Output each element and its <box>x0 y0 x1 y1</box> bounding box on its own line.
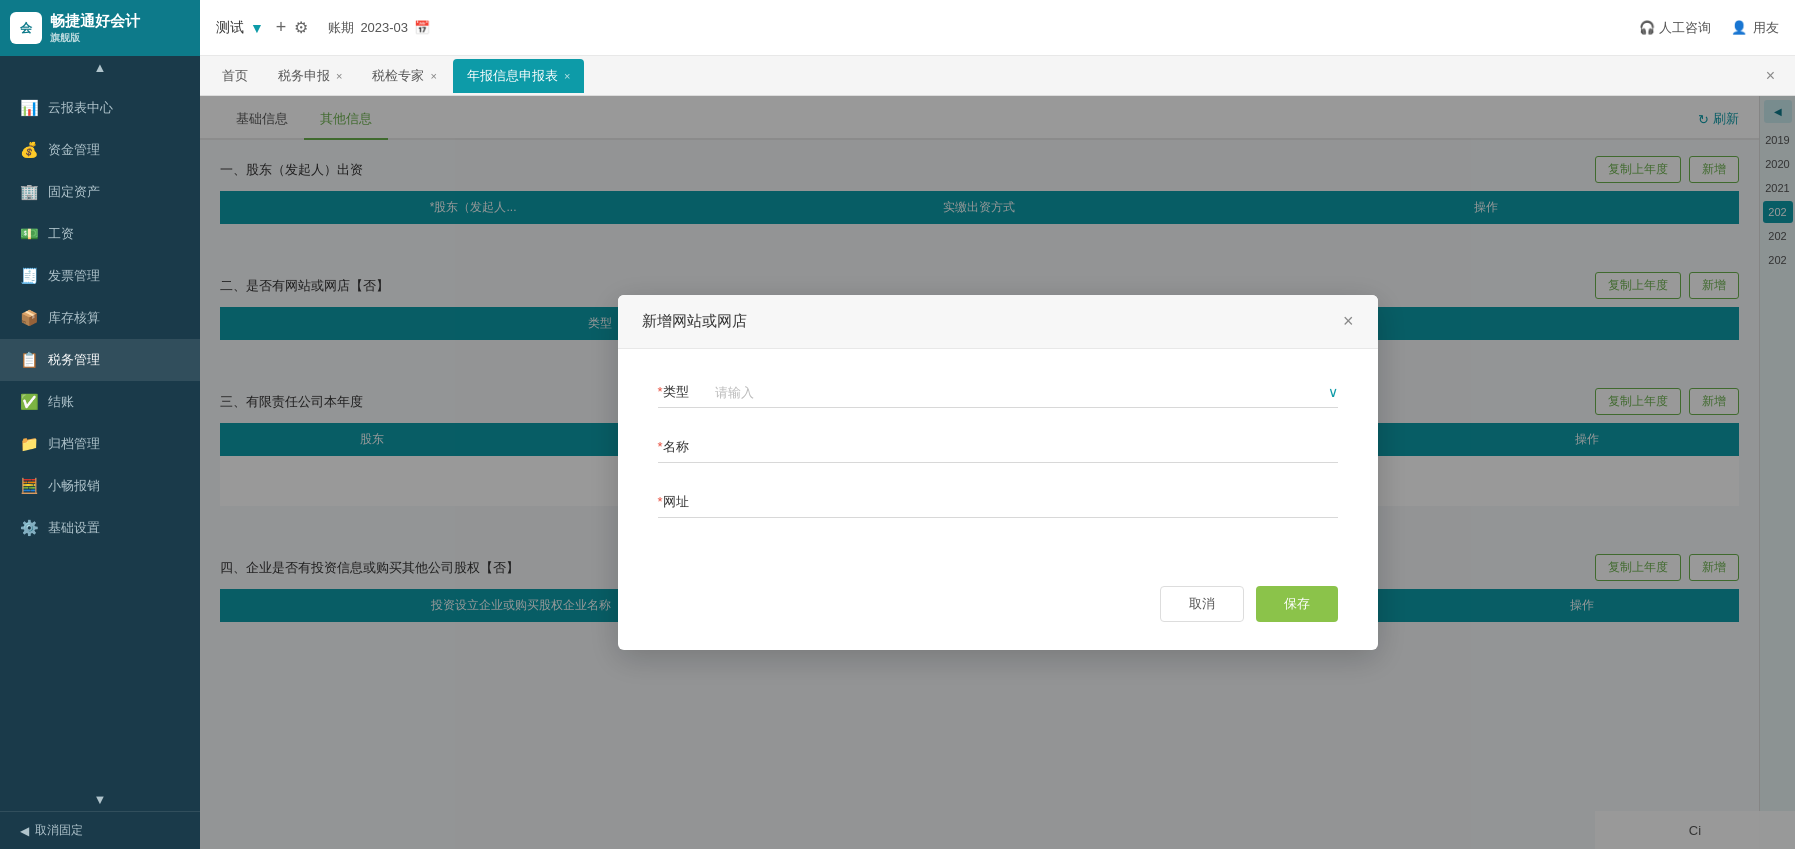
user-icon: 👤 <box>1731 20 1747 35</box>
sidebar-item-archive[interactable]: 📁 归档管理 <box>0 423 200 465</box>
settings-button[interactable]: ⚙ <box>294 18 308 37</box>
sidebar-item-inventory[interactable]: 📦 库存核算 <box>0 297 200 339</box>
period-value: 2023-03 <box>360 20 408 35</box>
user-menu[interactable]: 👤 用友 <box>1731 19 1779 37</box>
sidebar-item-label: 固定资产 <box>48 183 100 201</box>
fixed-assets-icon: 🏢 <box>20 183 38 201</box>
tab-annual-report-label: 年报信息申报表 <box>467 67 558 85</box>
topbar: 测试 ▼ + ⚙ 账期 2023-03 📅 🎧 人工咨询 👤 用友 <box>200 0 1795 56</box>
type-dropdown-icon[interactable]: ∨ <box>1328 384 1338 400</box>
save-button[interactable]: 保存 <box>1256 586 1338 622</box>
tab-tax-report[interactable]: 税务申报 × <box>264 59 356 93</box>
sidebar-item-salary[interactable]: 💵 工资 <box>0 213 200 255</box>
tabbar: 首页 税务申报 × 税检专家 × 年报信息申报表 × × <box>200 56 1795 96</box>
modal-footer: 取消 保存 <box>618 570 1378 650</box>
sidebar-item-report[interactable]: 🧮 小畅报销 <box>0 465 200 507</box>
sidebar-item-tax[interactable]: 📋 税务管理 <box>0 339 200 381</box>
form-row-url: *网址 <box>658 487 1338 518</box>
tab-tax-expert[interactable]: 税检专家 × <box>358 59 450 93</box>
company-dropdown-icon: ▼ <box>250 20 264 36</box>
type-label: *类型 <box>658 383 689 401</box>
name-input[interactable] <box>715 440 1338 455</box>
sidebar-item-invoice[interactable]: 🧾 发票管理 <box>0 255 200 297</box>
period-label: 账期 <box>328 19 354 37</box>
sidebar-item-fixed-assets[interactable]: 🏢 固定资产 <box>0 171 200 213</box>
main-area: 测试 ▼ + ⚙ 账期 2023-03 📅 🎧 人工咨询 👤 用友 首页 <box>200 0 1795 849</box>
sidebar-item-label: 税务管理 <box>48 351 100 369</box>
sidebar-scroll-down[interactable]: ▼ <box>0 788 200 811</box>
sidebar-item-settings[interactable]: ⚙️ 基础设置 <box>0 507 200 549</box>
checkout-icon: ✅ <box>20 393 38 411</box>
sidebar: 会 畅捷通好会计 旗舰版 ▲ 📊 云报表中心 💰 资金管理 🏢 固定资产 💵 工… <box>0 0 200 849</box>
url-label: *网址 <box>658 493 689 511</box>
topbar-period: 账期 2023-03 📅 <box>328 19 430 37</box>
modal-overlay: 新增网站或网店 × *类型 ∨ <box>200 96 1795 849</box>
cancel-button[interactable]: 取消 <box>1160 586 1244 622</box>
sidebar-item-checkout[interactable]: ✅ 结账 <box>0 381 200 423</box>
app-logo: 会 畅捷通好会计 旗舰版 <box>0 0 200 56</box>
salary-icon: 💵 <box>20 225 38 243</box>
modal-title: 新增网站或网店 <box>642 312 747 331</box>
type-input[interactable] <box>715 385 1318 400</box>
sidebar-item-label: 发票管理 <box>48 267 100 285</box>
modal-header: 新增网站或网店 × <box>618 295 1378 349</box>
form-row-name: *名称 <box>658 432 1338 463</box>
sidebar-unpin[interactable]: ◀ 取消固定 <box>0 811 200 849</box>
sidebar-item-label: 归档管理 <box>48 435 100 453</box>
unpin-icon: ◀ <box>20 824 29 838</box>
sidebar-item-fund[interactable]: 💰 资金管理 <box>0 129 200 171</box>
tab-annual-report-close[interactable]: × <box>564 70 570 82</box>
sidebar-item-label: 工资 <box>48 225 74 243</box>
sidebar-scroll-up[interactable]: ▲ <box>0 56 200 79</box>
form-field-url: *网址 <box>658 487 1338 518</box>
modal-add-website: 新增网站或网店 × *类型 ∨ <box>618 295 1378 650</box>
company-selector[interactable]: 测试 ▼ <box>216 19 264 37</box>
app-sub: 旗舰版 <box>50 31 140 45</box>
cloud-report-icon: 📊 <box>20 99 38 117</box>
headset-icon: 🎧 <box>1639 20 1655 35</box>
invoice-icon: 🧾 <box>20 267 38 285</box>
sidebar-item-label: 资金管理 <box>48 141 100 159</box>
support-label: 人工咨询 <box>1659 19 1711 37</box>
sidebar-item-label: 库存核算 <box>48 309 100 327</box>
app-name: 畅捷通好会计 <box>50 12 140 31</box>
fund-icon: 💰 <box>20 141 38 159</box>
archive-icon: 📁 <box>20 435 38 453</box>
topbar-right: 🎧 人工咨询 👤 用友 <box>1639 19 1779 37</box>
tab-tax-report-close[interactable]: × <box>336 70 342 82</box>
support-button[interactable]: 🎧 人工咨询 <box>1639 19 1711 37</box>
unpin-label: 取消固定 <box>35 822 83 839</box>
sidebar-item-cloud-report[interactable]: 📊 云报表中心 <box>0 87 200 129</box>
tab-tax-expert-label: 税检专家 <box>372 67 424 85</box>
logo-icon: 会 <box>10 12 42 44</box>
inventory-icon: 📦 <box>20 309 38 327</box>
modal-close-button[interactable]: × <box>1343 311 1354 332</box>
topbar-actions: + ⚙ <box>276 17 309 38</box>
tab-home[interactable]: 首页 <box>208 59 262 93</box>
add-button[interactable]: + <box>276 17 287 38</box>
tab-tax-expert-close[interactable]: × <box>430 70 436 82</box>
form-row-type: *类型 ∨ <box>658 377 1338 408</box>
modal-body: *类型 ∨ *名称 <box>618 349 1378 570</box>
company-name: 测试 <box>216 19 244 37</box>
form-field-name: *名称 <box>658 432 1338 463</box>
sidebar-nav: 📊 云报表中心 💰 资金管理 🏢 固定资产 💵 工资 🧾 发票管理 📦 库存核算… <box>0 79 200 788</box>
tab-tax-report-label: 税务申报 <box>278 67 330 85</box>
tab-annual-report[interactable]: 年报信息申报表 × <box>453 59 584 93</box>
tab-close-all[interactable]: × <box>1754 67 1787 85</box>
sidebar-item-label: 云报表中心 <box>48 99 113 117</box>
calendar-icon[interactable]: 📅 <box>414 20 430 35</box>
tab-home-label: 首页 <box>222 67 248 85</box>
name-label: *名称 <box>658 438 689 456</box>
form-field-type: *类型 ∨ <box>658 377 1338 408</box>
tax-icon: 📋 <box>20 351 38 369</box>
user-name: 用友 <box>1753 19 1779 37</box>
sidebar-item-label: 小畅报销 <box>48 477 100 495</box>
url-input[interactable] <box>715 495 1338 510</box>
report-icon: 🧮 <box>20 477 38 495</box>
sidebar-item-label: 结账 <box>48 393 74 411</box>
sidebar-item-label: 基础设置 <box>48 519 100 537</box>
content-area: 基础信息 其他信息 ↻ 刷新 一、股东（发起人）出资 复制上年度 新增 <box>200 96 1795 849</box>
settings-icon: ⚙️ <box>20 519 38 537</box>
